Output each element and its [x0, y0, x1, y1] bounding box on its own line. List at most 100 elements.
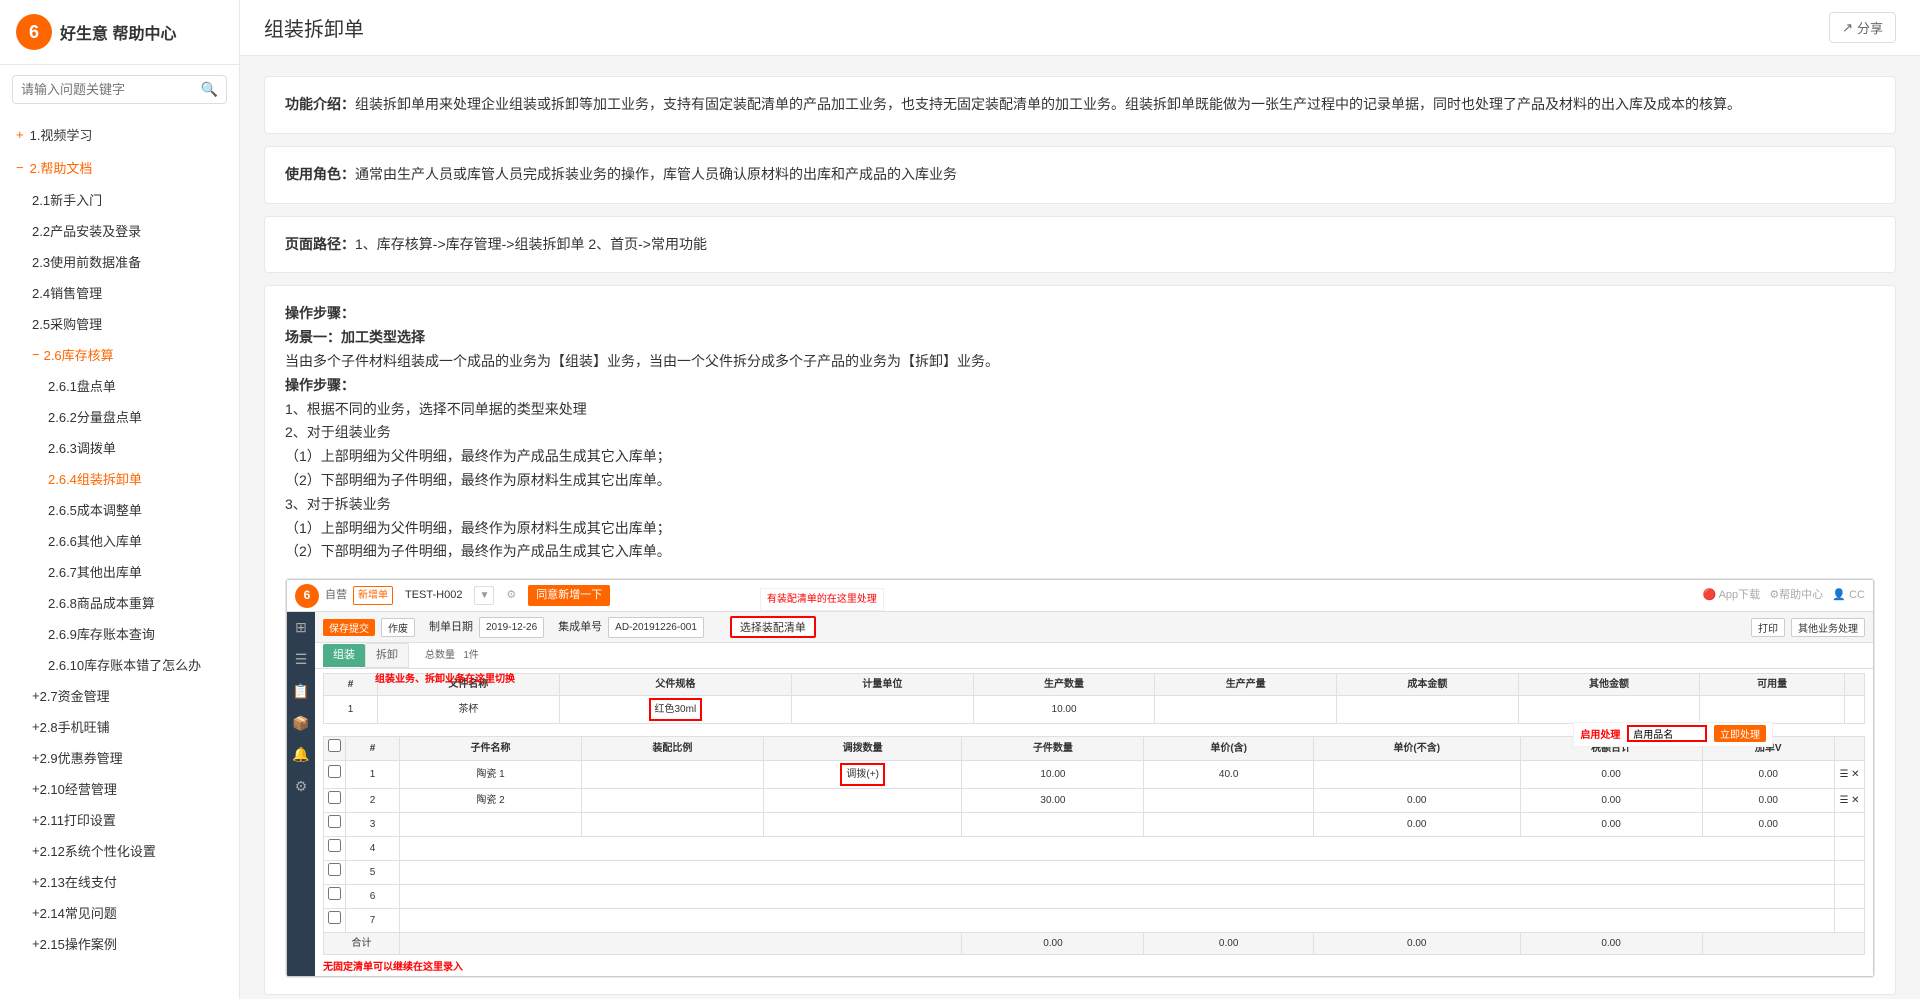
sidebar-item-newuser[interactable]: 2.1新手入门	[0, 184, 239, 215]
share-button[interactable]: ↗ 分享	[1829, 12, 1896, 43]
scene1-desc: 当由多个子件材料组装成一个成品的业务为【组装】业务，当由一个父件拆分成多个子产品…	[285, 350, 1875, 374]
sidebar-item-install[interactable]: 2.2产品安装及登录	[0, 215, 239, 246]
app-delete-btn[interactable]: 作废	[381, 618, 415, 637]
sub-row-5: 5	[324, 860, 1865, 884]
sidebar-item-29[interactable]: + 2.9优惠券管理	[0, 742, 239, 773]
sidebar-item-28[interactable]: + 2.8手机旺铺	[0, 711, 239, 742]
sidebar-item-27[interactable]: + 2.7资金管理	[0, 680, 239, 711]
app-more-btn[interactable]: 其他业务处理	[1791, 618, 1865, 637]
app-type-tabs: 组装 拆卸	[323, 643, 409, 668]
footer-price-total: 0.00	[1144, 932, 1314, 954]
sidebar-item-212[interactable]: + 2.12系统个性化设置	[0, 835, 239, 866]
main-area: 组装拆卸单 ↗ 分享 功能介绍：组装拆卸单用来处理企业组装或拆卸等加工业务，支持…	[240, 0, 1920, 999]
sub-r1-alloc-val[interactable]: 调拨(+)	[840, 763, 885, 786]
sidebar-item-267[interactable]: 2.6.7其他出库单	[0, 556, 239, 587]
sidebar-item-262[interactable]: 2.6.2分量盘点单	[0, 401, 239, 432]
sub-r4-num: 4	[346, 836, 400, 860]
app-tabs-row: 组装 拆卸 总数量 1件 组装业务、拆卸业务在这里切换	[315, 643, 1873, 669]
app-print-btn[interactable]: 打印	[1751, 618, 1785, 637]
app-date-label: 制单日期	[429, 618, 473, 637]
sidebar-item-data[interactable]: 2.3使用前数据准备	[0, 246, 239, 277]
sidebar-item-215[interactable]: + 2.15操作案例	[0, 928, 239, 959]
sidebar-item-214[interactable]: + 2.14常见问题	[0, 897, 239, 928]
app-enable-input[interactable]	[1627, 725, 1707, 742]
sub-row-3: 3 0.00 0.00 0.00	[324, 812, 1865, 836]
sidebar-item-264[interactable]: 2.6.4组装拆卸单	[0, 463, 239, 494]
sub-row6-check[interactable]	[328, 887, 341, 900]
sidebar-item-sales[interactable]: 2.4销售管理	[0, 277, 239, 308]
app-logo: 6	[295, 584, 319, 608]
app-brand: 自营	[325, 586, 347, 605]
sidebar-item-2610[interactable]: 2.6.10库存账本错了怎么办	[0, 649, 239, 680]
sidebar-item-213[interactable]: + 2.13在线支付	[0, 866, 239, 897]
row1-spec-input[interactable]: 红色30ml	[649, 698, 703, 721]
app-sidebar-icons: ⊞ ☰ 📋 📦 🔔 ⚙	[287, 612, 315, 976]
sub-r1-qty: 10.00	[962, 760, 1144, 788]
search-icon[interactable]: 🔍	[201, 81, 218, 98]
sub-row1-check[interactable]	[328, 765, 341, 778]
row1-num: 1	[324, 695, 378, 723]
step2: 2、对于组装业务	[285, 421, 1875, 445]
sub-row7-check[interactable]	[328, 911, 341, 924]
steps-title: 操作步骤：	[285, 302, 1875, 326]
path-text: 页面路径：1、库存核算->库存管理->组装拆卸单 2、首页->常用功能	[285, 233, 1875, 257]
intro-text: 功能介绍：组装拆卸单用来处理企业组装或拆卸等加工业务，支持有固定装配清单的产品加…	[285, 93, 1875, 117]
row1-avail	[1700, 695, 1845, 723]
row1-cost	[1337, 695, 1519, 723]
sub-r2-tax: 0.00	[1520, 788, 1702, 812]
sidebar-item-263[interactable]: 2.6.3调拨单	[0, 432, 239, 463]
th-unit: 计量单位	[792, 673, 974, 695]
sidebar-item-210[interactable]: + 2.10经营管理	[0, 773, 239, 804]
sidebar-item-265[interactable]: 2.6.5成本调整单	[0, 494, 239, 525]
app-tab-disassemble[interactable]: 拆卸	[365, 643, 409, 668]
select-all-checkbox[interactable]	[328, 739, 341, 752]
share-icon: ↗	[1842, 20, 1853, 36]
intro-card: 功能介绍：组装拆卸单用来处理企业组装或拆卸等加工业务，支持有固定装配清单的产品加…	[264, 76, 1896, 134]
app-icon5: 🔔	[292, 743, 309, 767]
logo-text: 好生意 帮助中心	[60, 20, 176, 44]
sidebar-item-261[interactable]: 2.6.1盘点单	[0, 370, 239, 401]
app-assembly-list-btn[interactable]: 选择装配清单	[730, 616, 816, 638]
sub-r1-addrow: 0.00	[1702, 760, 1834, 788]
app-confirm-btn2[interactable]: 立即处理	[1714, 725, 1766, 742]
app-top-table-section: # 父件名称 父件规格 计量单位 生产数量 生产产量 成本金额 其他金额	[315, 669, 1873, 724]
content-area: 功能介绍：组装拆卸单用来处理企业组装或拆卸等加工业务，支持有固定装配清单的产品加…	[240, 56, 1920, 999]
page-title: 组装拆卸单	[264, 13, 364, 42]
sub-row2-check[interactable]	[328, 791, 341, 804]
sidebar-item-266[interactable]: 2.6.6其他入库单	[0, 525, 239, 556]
app-top-nav: 6 自营 新增单 TEST-H002 ▼ ⚙ 同意新增一下 🔴 App下载 ⚙帮…	[287, 580, 1873, 612]
app-tab-assemble[interactable]: 组装	[323, 644, 365, 667]
sub-r2-qty: 30.00	[962, 788, 1144, 812]
sub-r3-qty	[962, 812, 1144, 836]
path-card: 页面路径：1、库存核算->库存管理->组装拆卸单 2、首页->常用功能	[264, 216, 1896, 274]
annotation-text-4: 无固定清单可以继续在这里录入	[323, 959, 463, 976]
sidebar-item-269[interactable]: 2.6.9库存账本查询	[0, 618, 239, 649]
app-save-btn[interactable]: 保存提交	[323, 619, 375, 636]
sub-r2-alloc	[763, 788, 962, 812]
sub-th-price-inc: 单价(含)	[1144, 736, 1314, 760]
sidebar-item-docs[interactable]: − 2.帮助文档	[0, 151, 239, 184]
th-prod-qty: 生产数量	[973, 673, 1155, 695]
sidebar-item-video[interactable]: + 1.视频学习	[0, 118, 239, 151]
search-input[interactable]	[21, 82, 201, 97]
sidebar-item-purchase[interactable]: 2.5采购管理	[0, 308, 239, 339]
sidebar-item-268[interactable]: 2.6.8商品成本重算	[0, 587, 239, 618]
step3-sub1: （1）上部明细为父件明细，最终作为原材料生成其它出库单；	[285, 517, 1875, 541]
app-icons-right: 🔴 App下载 ⚙帮助中心 👤 CC	[1702, 586, 1865, 605]
sidebar-item-211[interactable]: + 2.11打印设置	[0, 804, 239, 835]
row1-parent-spec: 红色30ml	[559, 695, 791, 723]
sub-th-alloc-qty: 调拨数量	[763, 736, 962, 760]
th-available: 可用量	[1700, 673, 1845, 695]
row1-prod-qty: 10.00	[973, 695, 1155, 723]
sub-r2-price-inc	[1144, 788, 1314, 812]
th-prod-output: 生产产量	[1155, 673, 1337, 695]
footer-tax-total: 0.00	[1520, 932, 1702, 954]
sub-row5-check[interactable]	[328, 863, 341, 876]
sub-row3-check[interactable]	[328, 815, 341, 828]
sub-row4-check[interactable]	[328, 839, 341, 852]
app-docno-label: 集成单号	[558, 618, 602, 637]
search-box[interactable]: 🔍	[12, 75, 227, 104]
row1-other	[1518, 695, 1700, 723]
annotation-area-1: 选择装配清单 有装配清单的在这里处理	[730, 616, 816, 638]
sidebar-item-inventory[interactable]: − 2.6库存核算	[0, 339, 239, 370]
